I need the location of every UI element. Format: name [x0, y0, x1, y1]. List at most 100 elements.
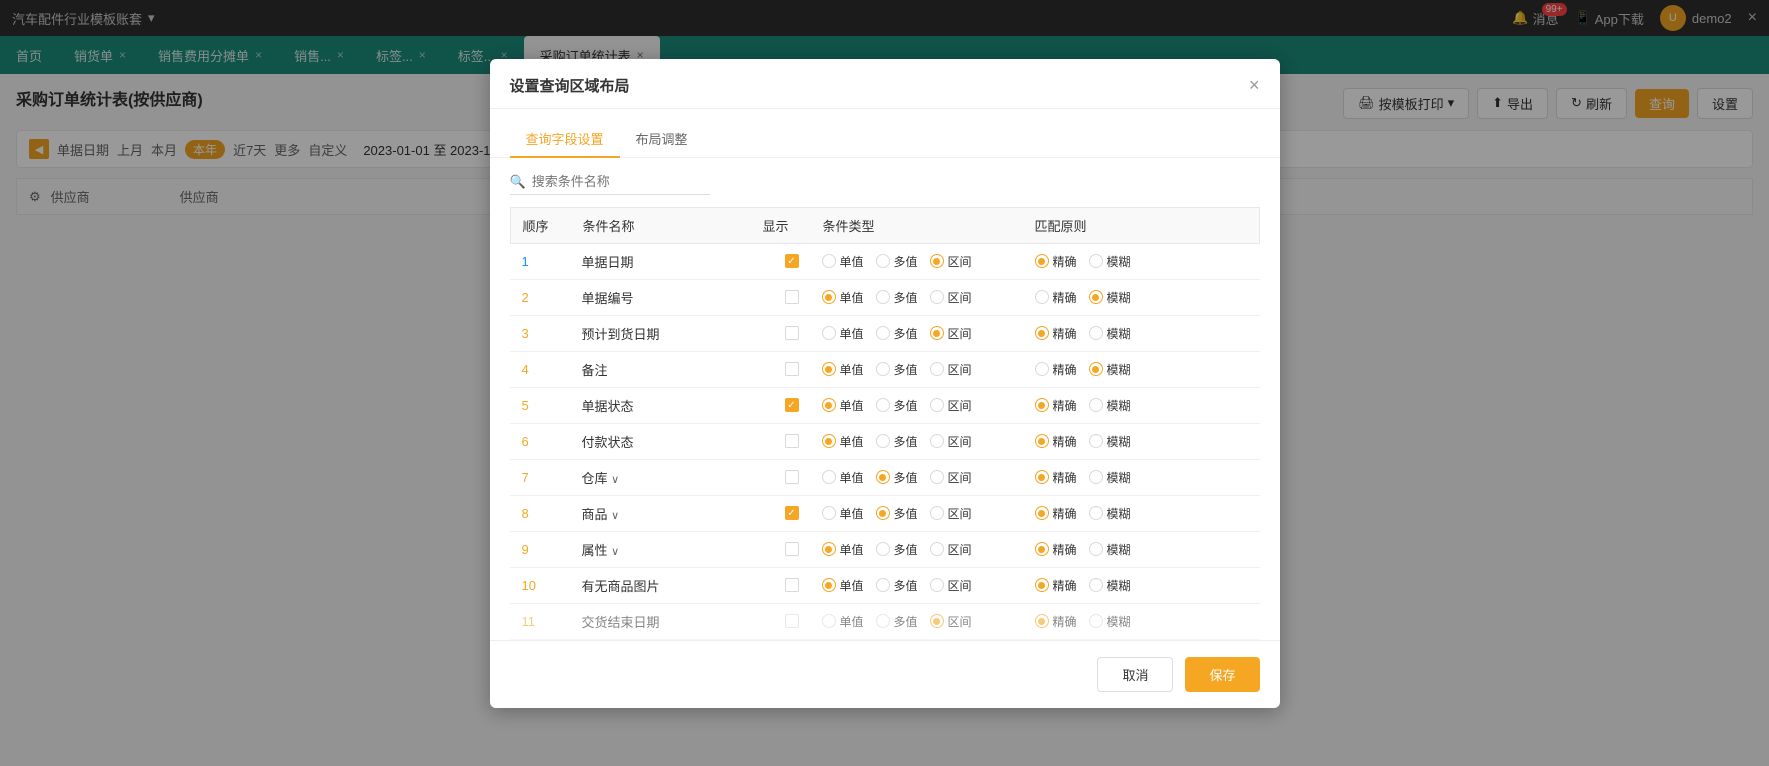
row-8-display[interactable]	[762, 506, 822, 520]
row-3-match-fuzzy[interactable]: 模糊	[1089, 325, 1131, 342]
row-4-type-single[interactable]: 单值	[822, 361, 864, 378]
tab-layout[interactable]: 布局调整	[620, 121, 704, 158]
row-9-type-range[interactable]: 区间	[930, 541, 972, 558]
row-2-type-single[interactable]: 单值	[822, 289, 864, 306]
row-8-match-exact[interactable]: 精确	[1035, 505, 1077, 522]
row-4-type-multi[interactable]: 多值	[876, 361, 918, 378]
row-8-type-range[interactable]: 区间	[930, 505, 972, 522]
row-2-match-fuzzy[interactable]: 模糊	[1089, 289, 1131, 306]
search-input[interactable]	[532, 174, 692, 189]
row-8-match-fuzzy[interactable]: 模糊	[1089, 505, 1131, 522]
row-9-checkbox[interactable]	[785, 542, 799, 556]
modal-footer: 取消 保存	[490, 640, 1280, 708]
row-3-type-multi[interactable]: 多值	[876, 325, 918, 342]
row-11-type-single[interactable]: 单值	[822, 613, 864, 630]
row-6-type-multi[interactable]: 多值	[876, 433, 918, 450]
row-7-match-exact[interactable]: 精确	[1035, 469, 1077, 486]
row-3-match-exact[interactable]: 精确	[1035, 325, 1077, 342]
row-6-type-range[interactable]: 区间	[930, 433, 972, 450]
row-7-display[interactable]	[762, 470, 822, 484]
row-1-name: 单据日期	[582, 252, 762, 271]
row-11-display[interactable]	[762, 614, 822, 628]
row-3-checkbox[interactable]	[785, 326, 799, 340]
row-1-type-multi[interactable]: 多值	[876, 253, 918, 270]
row-7-type-single[interactable]: 单值	[822, 469, 864, 486]
row-6-display[interactable]	[762, 434, 822, 448]
row-6-type-single[interactable]: 单值	[822, 433, 864, 450]
row-7-type-multi[interactable]: 多值	[876, 469, 918, 486]
radio-exact-selected	[1035, 254, 1049, 268]
row-7-type-range[interactable]: 区间	[930, 469, 972, 486]
row-4-checkbox[interactable]	[785, 362, 799, 376]
row-1-match-fuzzy[interactable]: 模糊	[1089, 253, 1131, 270]
radio-exact-sel	[1035, 578, 1049, 592]
col-name-header: 条件名称	[583, 216, 763, 235]
row-10-display[interactable]	[762, 578, 822, 592]
row-8-checkbox[interactable]	[785, 506, 799, 520]
row-8-type-multi[interactable]: 多值	[876, 505, 918, 522]
radio-single-sel	[822, 578, 836, 592]
row-10-match-exact[interactable]: 精确	[1035, 577, 1077, 594]
row-3-type-range[interactable]: 区间	[930, 325, 972, 342]
row-6-match-fuzzy[interactable]: 模糊	[1089, 433, 1131, 450]
row-1-display[interactable]	[762, 254, 822, 268]
row-5-match-fuzzy[interactable]: 模糊	[1089, 397, 1131, 414]
row-6-match-exact[interactable]: 精确	[1035, 433, 1077, 450]
radio-fuzzy	[1089, 578, 1103, 592]
row-9-match-fuzzy[interactable]: 模糊	[1089, 541, 1131, 558]
row-5-type-single[interactable]: 单值	[822, 397, 864, 414]
row-4-type-range[interactable]: 区间	[930, 361, 972, 378]
row-11-checkbox[interactable]	[785, 614, 799, 628]
row-6-checkbox[interactable]	[785, 434, 799, 448]
row-9-type-single[interactable]: 单值	[822, 541, 864, 558]
table-row: 7 仓库 ∨ 单值 多值 区间 精确 模糊	[510, 460, 1260, 496]
row-4-match-exact[interactable]: 精确	[1035, 361, 1077, 378]
radio-range	[930, 398, 944, 412]
row-4-display[interactable]	[762, 362, 822, 376]
row-9-match-exact[interactable]: 精确	[1035, 541, 1077, 558]
row-10-checkbox[interactable]	[785, 578, 799, 592]
row-2-type-range[interactable]: 区间	[930, 289, 972, 306]
row-9-display[interactable]	[762, 542, 822, 556]
row-5-display[interactable]	[762, 398, 822, 412]
row-2-match-exact[interactable]: 精确	[1035, 289, 1077, 306]
row-2-checkbox[interactable]	[785, 290, 799, 304]
row-5-type-multi[interactable]: 多值	[876, 397, 918, 414]
row-4-match-fuzzy[interactable]: 模糊	[1089, 361, 1131, 378]
row-3-display[interactable]	[762, 326, 822, 340]
row-5-match-exact[interactable]: 精确	[1035, 397, 1077, 414]
row-7-arrow: ∨	[611, 474, 619, 486]
row-11-type-multi[interactable]: 多值	[876, 613, 918, 630]
row-9-type-multi[interactable]: 多值	[876, 541, 918, 558]
row-1-type-single[interactable]: 单值	[822, 253, 864, 270]
row-2-type-multi[interactable]: 多值	[876, 289, 918, 306]
row-2-display[interactable]	[762, 290, 822, 304]
row-10-type-range[interactable]: 区间	[930, 577, 972, 594]
radio-exact-sel	[1035, 542, 1049, 556]
radio-multi	[876, 434, 890, 448]
row-10-type-single[interactable]: 单值	[822, 577, 864, 594]
row-8-type-single[interactable]: 单值	[822, 505, 864, 522]
row-5-checkbox[interactable]	[785, 398, 799, 412]
modal-close-btn[interactable]: ×	[1249, 76, 1260, 94]
tab-query-fields[interactable]: 查询字段设置	[510, 121, 620, 158]
row-11-type-range[interactable]: 区间	[930, 613, 972, 630]
row-1-match-exact[interactable]: 精确	[1035, 253, 1077, 270]
save-btn[interactable]: 保存	[1185, 657, 1259, 692]
row-1-checkbox[interactable]	[785, 254, 799, 268]
row-7-checkbox[interactable]	[785, 470, 799, 484]
row-1-type-range[interactable]: 区间	[930, 253, 972, 270]
row-7-match-fuzzy[interactable]: 模糊	[1089, 469, 1131, 486]
row-10-match-fuzzy[interactable]: 模糊	[1089, 577, 1131, 594]
row-11-match-fuzzy[interactable]: 模糊	[1089, 613, 1131, 630]
row-8-order: 8	[522, 506, 582, 521]
radio-multi	[876, 254, 890, 268]
cancel-btn[interactable]: 取消	[1097, 657, 1173, 692]
row-5-type-range[interactable]: 区间	[930, 397, 972, 414]
row-10-type-multi[interactable]: 多值	[876, 577, 918, 594]
radio-fuzzy	[1089, 398, 1103, 412]
row-11-match-exact[interactable]: 精确	[1035, 613, 1077, 630]
row-2-name: 单据编号	[582, 288, 762, 307]
radio-fuzzy	[1089, 434, 1103, 448]
row-3-type-single[interactable]: 单值	[822, 325, 864, 342]
